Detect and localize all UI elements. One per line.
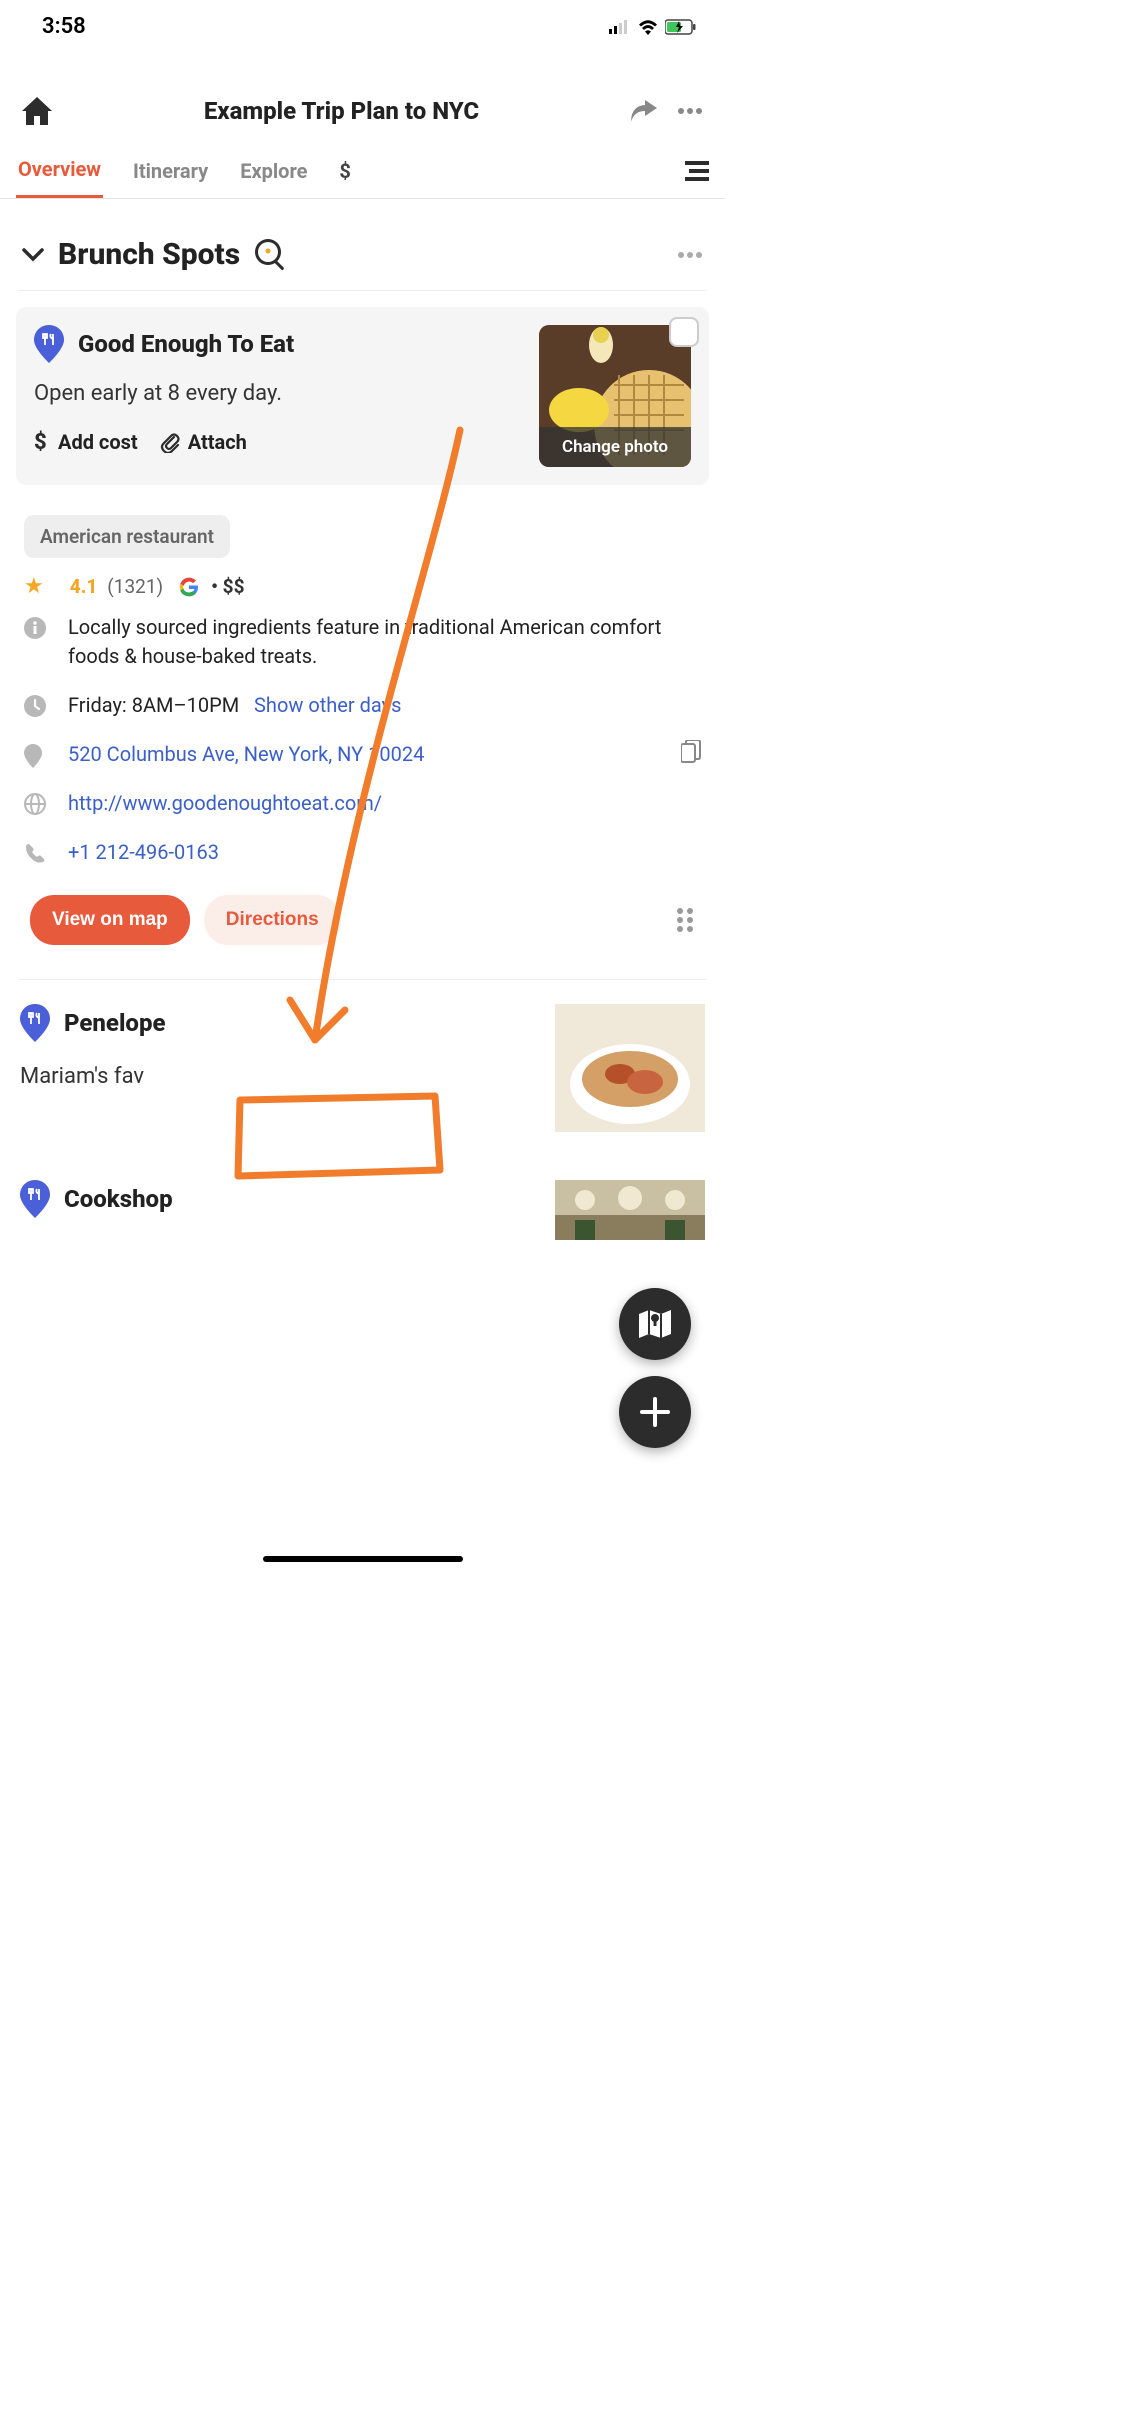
hamburger-icon[interactable] [685, 161, 709, 181]
phone-link[interactable]: +1 212-496-0163 [68, 838, 701, 867]
website-row: http://www.goodenoughtoeat.com/ [24, 779, 701, 828]
globe-icon [24, 793, 50, 815]
more-icon[interactable] [677, 107, 703, 115]
tabs: Overview Itinerary Explore $ [0, 143, 725, 199]
location-pin-icon [24, 744, 50, 768]
add-cost-label: Add cost [58, 430, 138, 454]
tab-overview[interactable]: Overview [16, 143, 103, 198]
share-icon[interactable] [631, 100, 657, 122]
tab-explore[interactable]: Explore [238, 145, 309, 197]
fab-add-button[interactable] [619, 1376, 691, 1448]
view-on-map-button[interactable]: View on map [30, 895, 190, 945]
place-item[interactable]: Penelope Mariam's fav [0, 980, 725, 1142]
divider [18, 290, 707, 291]
category-chip[interactable]: American restaurant [24, 515, 230, 558]
directions-button[interactable]: Directions [204, 895, 341, 945]
page-title: Example Trip Plan to NYC [52, 97, 631, 125]
cooking-emoji-icon [254, 238, 288, 272]
home-indicator [263, 1556, 463, 1562]
website-link[interactable]: http://www.goodenoughtoeat.com/ [68, 789, 701, 818]
hours-text: Friday: 8AM–10PM [68, 693, 239, 717]
pin-icon [34, 325, 64, 363]
pin-icon [20, 1004, 50, 1042]
place-note: Mariam's fav [20, 1064, 543, 1089]
description-text: Locally sourced ingredients feature in t… [68, 613, 701, 671]
add-cost-button[interactable]: $ Add cost [34, 430, 138, 454]
cellular-icon [609, 20, 631, 34]
attach-button[interactable]: Attach [160, 430, 247, 454]
phone-row: +1 212-496-0163 [24, 828, 701, 877]
address-link[interactable]: 520 Columbus Ave, New York, NY 10024 [68, 740, 663, 769]
action-buttons: View on map Directions [24, 877, 701, 969]
section-more-icon[interactable] [677, 251, 703, 259]
select-checkbox[interactable] [669, 317, 699, 347]
hours-row: Friday: 8AM–10PM Show other days [24, 681, 701, 730]
svg-text:$: $ [34, 430, 47, 454]
plus-icon [640, 1397, 670, 1427]
place-thumbnail[interactable] [555, 1180, 705, 1240]
pin-icon [20, 1180, 50, 1218]
paperclip-icon [160, 431, 180, 453]
battery-icon [665, 19, 697, 35]
tab-itinerary[interactable]: Itinerary [131, 145, 210, 197]
section-header: Brunch Spots [0, 199, 725, 290]
copy-icon[interactable] [681, 740, 701, 764]
place-name[interactable]: Good Enough To Eat [78, 330, 294, 358]
rating-row: ★ 4.1 (1321) • $$ [24, 558, 701, 603]
info-icon [24, 617, 50, 639]
google-icon [177, 575, 201, 599]
place-thumbnail[interactable] [555, 1004, 705, 1132]
description-row: Locally sourced ingredients feature in t… [24, 603, 701, 681]
fab-map-button[interactable] [619, 1288, 691, 1360]
star-icon: ★ [24, 574, 44, 599]
rating-count: (1321) [107, 575, 163, 598]
address-row: 520 Columbus Ave, New York, NY 10024 [24, 730, 701, 779]
status-bar: 3:58 [0, 0, 725, 49]
attach-label: Attach [188, 430, 247, 454]
change-photo-button[interactable]: Change photo [539, 427, 691, 467]
place-thumbnail[interactable]: Change photo [539, 325, 691, 467]
section-title: Brunch Spots [58, 237, 240, 272]
place-item[interactable]: Cookshop [0, 1142, 725, 1250]
chevron-down-icon[interactable] [22, 248, 44, 262]
rating-value: 4.1 [70, 575, 98, 598]
place-note: Open early at 8 every day. [34, 381, 527, 406]
map-icon [637, 1308, 673, 1340]
dollar-icon: $ [34, 430, 50, 454]
status-icons [609, 19, 697, 35]
place-details: American restaurant ★ 4.1 (1321) • $$ Lo… [0, 501, 725, 969]
show-other-days-link[interactable]: Show other days [254, 693, 401, 717]
place-name: Penelope [64, 1009, 165, 1037]
tab-budget[interactable]: $ [337, 145, 352, 197]
place-name: Cookshop [64, 1185, 173, 1213]
place-card: Good Enough To Eat Open early at 8 every… [16, 307, 709, 485]
drag-handle-icon[interactable] [675, 906, 695, 934]
home-icon[interactable] [22, 97, 52, 125]
wifi-icon [637, 19, 659, 35]
price-level: • $$ [211, 575, 244, 598]
status-time: 3:58 [42, 14, 86, 39]
clock-icon [24, 695, 50, 717]
app-header: Example Trip Plan to NYC [0, 79, 725, 143]
phone-icon [24, 842, 50, 864]
